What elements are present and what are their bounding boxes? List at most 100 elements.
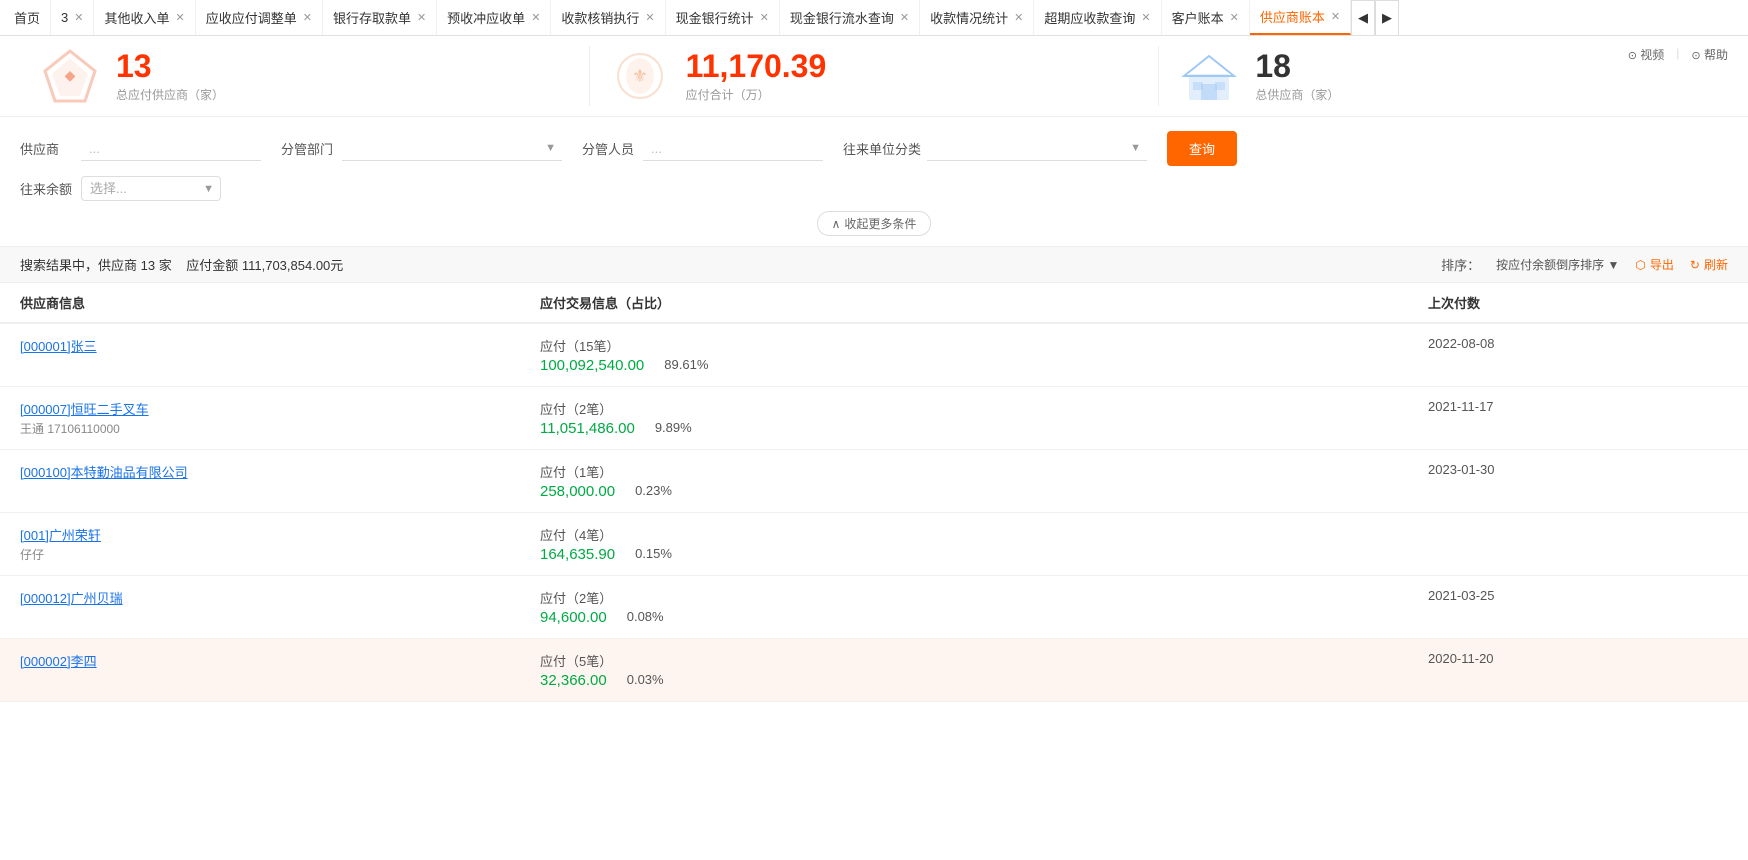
nav-item-home[interactable]: 首页: [4, 0, 51, 35]
nav-item-prepayment[interactable]: 预收冲应收单 ✕: [437, 0, 551, 35]
trans-amount-2: 11,051,486.00: [540, 420, 635, 437]
supplier-info-6: [000002]李四: [20, 651, 540, 670]
supplier-sub-2: 王通 17106110000: [20, 420, 540, 437]
nav-label-customer-account: 客户账本: [1172, 8, 1224, 27]
supplier-link-4[interactable]: [001]广州荣轩: [20, 525, 540, 544]
supplier-link-2[interactable]: [000007]恒旺二手叉车: [20, 399, 540, 418]
close-icon[interactable]: ✕: [175, 11, 184, 24]
video-link[interactable]: ⊙ 视频: [1628, 46, 1665, 63]
filter-area: 供应商 分管部门 ▼ 分管人员 往来单位分类 ▼ 查询: [0, 117, 1748, 247]
table-area: 供应商信息 应付交易信息（占比） 上次付数 [000001]张三 应付（15笔）…: [0, 283, 1748, 860]
header-actions: ⊙ 视频 | ⊙ 帮助: [1628, 46, 1728, 63]
supplier-link-5[interactable]: [000012]广州贝瑞: [20, 588, 540, 607]
nav-label-bank: 银行存取款单: [333, 8, 411, 27]
filter-category: 往来单位分类 ▼: [843, 137, 1147, 161]
filter-row-2: 往来余额 选择... ▼: [20, 176, 1728, 201]
nav-label-cash-stat: 现金银行统计: [676, 8, 754, 27]
nav-item-customer-account[interactable]: 客户账本 ✕: [1162, 0, 1250, 35]
close-icon[interactable]: ✕: [417, 11, 426, 24]
collapse-label: 收起更多条件: [844, 215, 916, 232]
close-icon[interactable]: ✕: [74, 11, 83, 24]
supplier-info-1: [000001]张三: [20, 336, 540, 355]
close-icon[interactable]: ✕: [531, 11, 540, 24]
supplier-sub-4: 仔仔: [20, 546, 540, 563]
close-icon[interactable]: ✕: [1141, 11, 1150, 24]
stat-label-payable-suppliers: 总应付供应商（家）: [116, 86, 224, 103]
filter-person: 分管人员: [582, 137, 823, 161]
nav-next-arrow[interactable]: ▶: [1375, 0, 1399, 36]
nav-label-3: 3: [61, 10, 68, 25]
sort-select[interactable]: 按应付余额倒序排序 ▼: [1496, 256, 1619, 273]
close-icon[interactable]: ✕: [1230, 11, 1239, 24]
collapse-button[interactable]: ∧ 收起更多条件: [817, 211, 932, 236]
trans-info-3: 应付（1笔） 258,000.00 0.23%: [540, 462, 1428, 500]
supplier-info-5: [000012]广州贝瑞: [20, 588, 540, 607]
nav-item-overdue[interactable]: 超期应收款查询 ✕: [1034, 0, 1161, 35]
table-row: [000100]本特勤油品有限公司 应付（1笔） 258,000.00 0.23…: [0, 450, 1748, 513]
category-input[interactable]: [927, 137, 1147, 160]
nav-item-cash-stat[interactable]: 现金银行统计 ✕: [666, 0, 780, 35]
nav-label-prepayment: 预收冲应收单: [447, 8, 525, 27]
close-icon[interactable]: ✕: [1331, 10, 1340, 23]
sort-arrow-icon: ▼: [1608, 258, 1620, 272]
supplier-input[interactable]: [81, 137, 261, 161]
supplier-link-6[interactable]: [000002]李四: [20, 651, 540, 670]
nav-label-collection: 收款核销执行: [561, 8, 639, 27]
category-filter-label: 往来单位分类: [843, 139, 921, 158]
trans-percent-4: 0.15%: [635, 546, 672, 561]
nav-label-home: 首页: [14, 8, 40, 27]
nav-item-collection[interactable]: 收款核销执行 ✕: [551, 0, 665, 35]
collapse-up-icon: ∧: [832, 217, 841, 231]
table-body: [000001]张三 应付（15笔） 100,092,540.00 89.61%…: [0, 324, 1748, 860]
help-link[interactable]: ⊙ 帮助: [1691, 46, 1728, 63]
person-filter-label: 分管人员: [582, 139, 637, 158]
nav-label-supplier-account: 供应商账本: [1260, 7, 1325, 26]
nav-label-cash-flow: 现金银行流水查询: [790, 8, 894, 27]
last-pay-3: 2023-01-30: [1428, 462, 1728, 477]
sort-label: 排序：: [1441, 255, 1480, 274]
stat-card-payable-suppliers: ◆ 13 总应付供应商（家）: [20, 46, 589, 106]
refresh-button[interactable]: ↻ 刷新: [1690, 256, 1728, 273]
nav-item-adjustment[interactable]: 应收应付调整单 ✕: [196, 0, 323, 35]
balance-select[interactable]: 选择...: [82, 177, 220, 200]
nav-item-bank[interactable]: 银行存取款单 ✕: [323, 0, 437, 35]
person-input[interactable]: [643, 137, 823, 161]
export-icon: ⬡: [1635, 258, 1645, 272]
nav-item-3[interactable]: 3 ✕: [51, 0, 94, 35]
close-icon[interactable]: ✕: [760, 11, 769, 24]
nav-prev-arrow[interactable]: ◀: [1351, 0, 1375, 36]
query-button[interactable]: 查询: [1167, 131, 1237, 166]
close-icon[interactable]: ✕: [645, 11, 654, 24]
trans-info-5: 应付（2笔） 94,600.00 0.08%: [540, 588, 1428, 626]
supplier-link-1[interactable]: [000001]张三: [20, 336, 540, 355]
balance-select-wrapper[interactable]: 选择... ▼: [81, 176, 221, 201]
export-button[interactable]: ⬡ 导出: [1635, 256, 1674, 273]
trans-info-4: 应付（4笔） 164,635.90 0.15%: [540, 525, 1428, 563]
close-icon[interactable]: ✕: [1014, 11, 1023, 24]
refresh-icon: ↻: [1690, 258, 1700, 272]
supplier-filter-label: 供应商: [20, 139, 75, 158]
trans-percent-3: 0.23%: [635, 483, 672, 498]
close-icon[interactable]: ✕: [900, 11, 909, 24]
nav-item-cash-flow[interactable]: 现金银行流水查询 ✕: [780, 0, 920, 35]
trans-percent-5: 0.08%: [627, 609, 664, 624]
stat-number-payable-amount: 11,170.39: [686, 50, 827, 82]
nav-label-adjustment: 应收应付调整单: [206, 8, 297, 27]
dept-select-wrapper[interactable]: ▼: [342, 137, 562, 161]
col-header-trans: 应付交易信息（占比）: [540, 293, 1428, 312]
trans-info-1: 应付（15笔） 100,092,540.00 89.61%: [540, 336, 1428, 374]
filter-supplier: 供应商: [20, 137, 261, 161]
supplier-info-3: [000100]本特勤油品有限公司: [20, 462, 540, 481]
result-bar: 搜索结果中，供应商 13 家 应付金额 111,703,854.00元 排序： …: [0, 247, 1748, 283]
supplier-link-3[interactable]: [000100]本特勤油品有限公司: [20, 462, 540, 481]
category-select-wrapper[interactable]: ▼: [927, 137, 1147, 161]
dept-input[interactable]: [342, 137, 562, 160]
nav-item-other-income[interactable]: 其他收入单 ✕: [94, 0, 195, 35]
stat-number-total-suppliers: 18: [1255, 50, 1339, 82]
nav-item-collection-stat[interactable]: 收款情况统计 ✕: [920, 0, 1034, 35]
close-icon[interactable]: ✕: [303, 11, 312, 24]
stats-header: ◆ 13 总应付供应商（家） ⚜ 11,170.39 应付合计（万）: [0, 36, 1748, 117]
stat-label-payable-amount: 应付合计（万）: [686, 86, 827, 103]
nav-item-supplier-account[interactable]: 供应商账本 ✕: [1250, 0, 1351, 35]
supplier-info-2: [000007]恒旺二手叉车 王通 17106110000: [20, 399, 540, 437]
